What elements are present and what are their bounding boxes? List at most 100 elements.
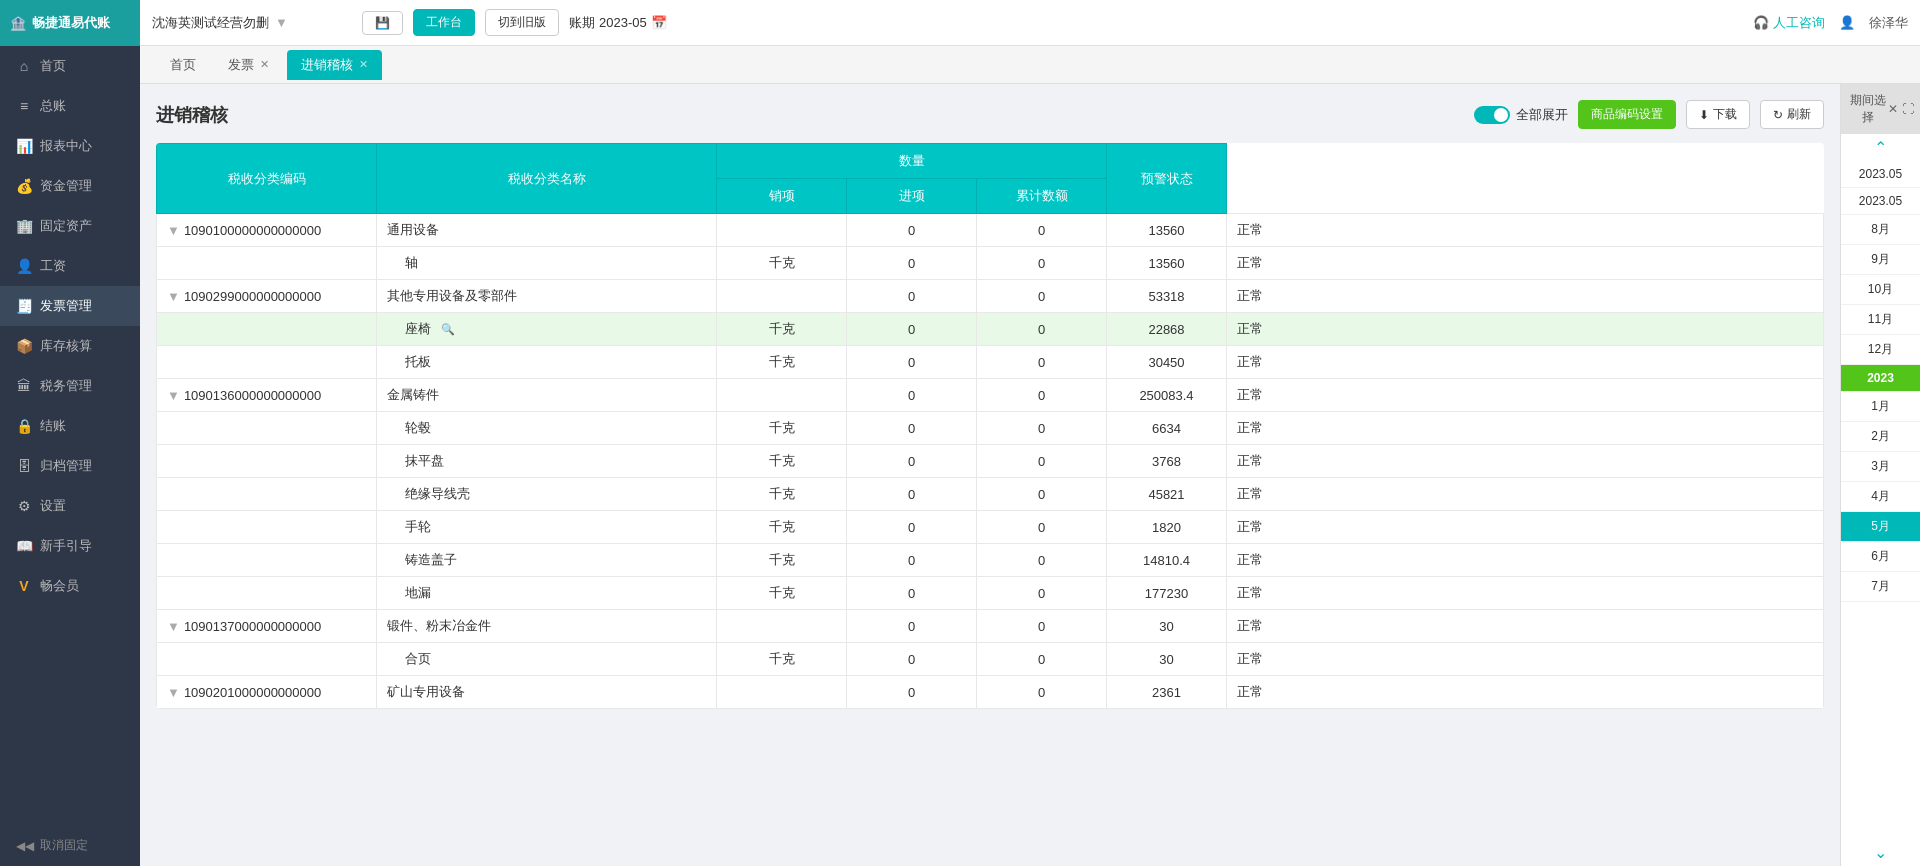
cell-code [157, 412, 377, 445]
company-selector[interactable]: 沈海英测试经营勿删 ▼ [152, 14, 352, 32]
col-purchase: 进项 [847, 179, 977, 214]
company-dropdown-icon[interactable]: ▼ [275, 15, 288, 30]
archive-icon: 🗄 [16, 458, 32, 474]
cell-name: 通用设备 [377, 214, 717, 247]
cell-unit: 千克 [717, 346, 847, 379]
expand-toggle-label: 全部展开 [1516, 106, 1568, 124]
sidebar-item-label: 税务管理 [40, 377, 92, 395]
expand-toggle[interactable]: 全部展开 [1474, 106, 1568, 124]
cell-unit: 千克 [717, 643, 847, 676]
cell-code: ▼1090201000000000000 [157, 676, 377, 709]
period-selector[interactable]: 账期 2023-05 📅 [569, 14, 667, 32]
sidebar-item-label: 发票管理 [40, 297, 92, 315]
cell-name: 座椅 🔍 [377, 313, 717, 346]
payroll-icon: 👤 [16, 258, 32, 274]
sidebar-item-label: 工资 [40, 257, 66, 275]
sidebar-item-ledger[interactable]: ≡ 总账 [0, 86, 140, 126]
closing-icon: 🔒 [16, 418, 32, 434]
home-icon: ⌂ [16, 58, 32, 74]
tab-reconcile-close[interactable]: ✕ [359, 58, 368, 71]
cell-purchase: 0 [977, 247, 1107, 280]
service-button[interactable]: 🎧 人工咨询 [1753, 14, 1825, 32]
cell-name: 矿山专用设备 [377, 676, 717, 709]
data-table: 税收分类编码 税收分类名称 数量 预警状态 销项 进项 累计数额 ▼109010… [156, 143, 1824, 709]
sidebar-item-label: 总账 [40, 97, 66, 115]
tab-reconcile[interactable]: 进销稽核 ✕ [287, 50, 382, 80]
period-month-item[interactable]: 6月 [1841, 542, 1920, 572]
tab-invoice[interactable]: 发票 ✕ [214, 50, 283, 80]
period-month-item[interactable]: 7月 [1841, 572, 1920, 602]
tabbar: 首页 发票 ✕ 进销稽核 ✕ [140, 46, 1920, 84]
cell-sales: 0 [847, 676, 977, 709]
period-scroll-down[interactable]: ⌄ [1841, 839, 1920, 866]
save-button[interactable]: 💾 [362, 11, 403, 35]
sidebar-item-archive[interactable]: 🗄 归档管理 [0, 446, 140, 486]
workbench-button[interactable]: 工作台 [413, 9, 475, 36]
cell-unit [717, 676, 847, 709]
assets-icon: 🏢 [16, 218, 32, 234]
sidebar-item-guide[interactable]: 📖 新手引导 [0, 526, 140, 566]
cell-sales: 0 [847, 280, 977, 313]
refresh-icon: ↻ [1773, 108, 1783, 122]
sidebar-item-reports[interactable]: 📊 报表中心 [0, 126, 140, 166]
period-scroll-up[interactable]: ⌃ [1841, 134, 1920, 161]
cancel-fixed-button[interactable]: ◀◀ 取消固定 [0, 825, 140, 866]
cell-sales: 0 [847, 610, 977, 643]
sidebar-item-assets[interactable]: 🏢 固定资产 [0, 206, 140, 246]
period-month-item[interactable]: 5月 [1841, 512, 1920, 542]
panel-expand-button[interactable]: ⛶ [1902, 102, 1914, 116]
cell-unit: 千克 [717, 412, 847, 445]
sidebar-item-vip[interactable]: V 畅会员 [0, 566, 140, 606]
tab-invoice-close[interactable]: ✕ [260, 58, 269, 71]
sidebar-item-closing[interactable]: 🔒 结账 [0, 406, 140, 446]
sidebar-item-invoice[interactable]: 🧾 发票管理 [0, 286, 140, 326]
download-button[interactable]: ⬇ 下载 [1686, 100, 1750, 129]
topbar: 沈海英测试经营勿删 ▼ 💾 工作台 切到旧版 账期 2023-05 📅 🎧 人工… [140, 0, 1920, 46]
panel-minimize-button[interactable]: ✕ [1888, 102, 1898, 116]
cell-total: 30450 [1107, 346, 1227, 379]
funds-icon: 💰 [16, 178, 32, 194]
period-month-item[interactable]: 11月 [1841, 305, 1920, 335]
cell-unit: 千克 [717, 313, 847, 346]
cell-name: 地漏 [377, 577, 717, 610]
cell-name: 托板 [377, 346, 717, 379]
sidebar-item-inventory[interactable]: 📦 库存核算 [0, 326, 140, 366]
cell-warning: 正常 [1227, 379, 1824, 412]
product-code-button[interactable]: 商品编码设置 [1578, 100, 1676, 129]
period-month-item[interactable]: 10月 [1841, 275, 1920, 305]
period-item[interactable]: 2023.05 [1841, 188, 1920, 215]
cell-warning: 正常 [1227, 346, 1824, 379]
sidebar-item-payroll[interactable]: 👤 工资 [0, 246, 140, 286]
sidebar-item-funds[interactable]: 💰 资金管理 [0, 166, 140, 206]
period-month-item[interactable]: 2023 [1841, 365, 1920, 392]
period-month-item[interactable]: 1月 [1841, 392, 1920, 422]
cell-code [157, 445, 377, 478]
expand-toggle-switch[interactable] [1474, 106, 1510, 124]
refresh-button[interactable]: ↻ 刷新 [1760, 100, 1824, 129]
period-month-item[interactable]: 2月 [1841, 422, 1920, 452]
period-month-item[interactable]: 8月 [1841, 215, 1920, 245]
switch-old-button[interactable]: 切到旧版 [485, 9, 559, 36]
period-month-item[interactable]: 3月 [1841, 452, 1920, 482]
cell-name: 轮毂 [377, 412, 717, 445]
sidebar-item-tax[interactable]: 🏛 税务管理 [0, 366, 140, 406]
sidebar-item-settings[interactable]: ⚙ 设置 [0, 486, 140, 526]
cell-code: ▼1090299000000000000 [157, 280, 377, 313]
tab-home[interactable]: 首页 [156, 50, 210, 80]
reports-icon: 📊 [16, 138, 32, 154]
cell-sales: 0 [847, 577, 977, 610]
panel-ctrl-buttons: ✕ ⛶ [1888, 102, 1914, 116]
period-month-item[interactable]: 4月 [1841, 482, 1920, 512]
page-actions: 全部展开 商品编码设置 ⬇ 下载 ↻ 刷新 [1474, 100, 1824, 129]
tab-home-label: 首页 [170, 56, 196, 74]
cell-total: 53318 [1107, 280, 1227, 313]
sidebar-item-home[interactable]: ⌂ 首页 [0, 46, 140, 86]
cell-total: 13560 [1107, 214, 1227, 247]
period-month-item[interactable]: 9月 [1841, 245, 1920, 275]
period-month-item[interactable]: 12月 [1841, 335, 1920, 365]
cell-unit [717, 610, 847, 643]
calendar-icon[interactable]: 📅 [651, 15, 667, 30]
cell-unit: 千克 [717, 247, 847, 280]
sidebar-item-label: 设置 [40, 497, 66, 515]
period-item[interactable]: 2023.05 [1841, 161, 1920, 188]
